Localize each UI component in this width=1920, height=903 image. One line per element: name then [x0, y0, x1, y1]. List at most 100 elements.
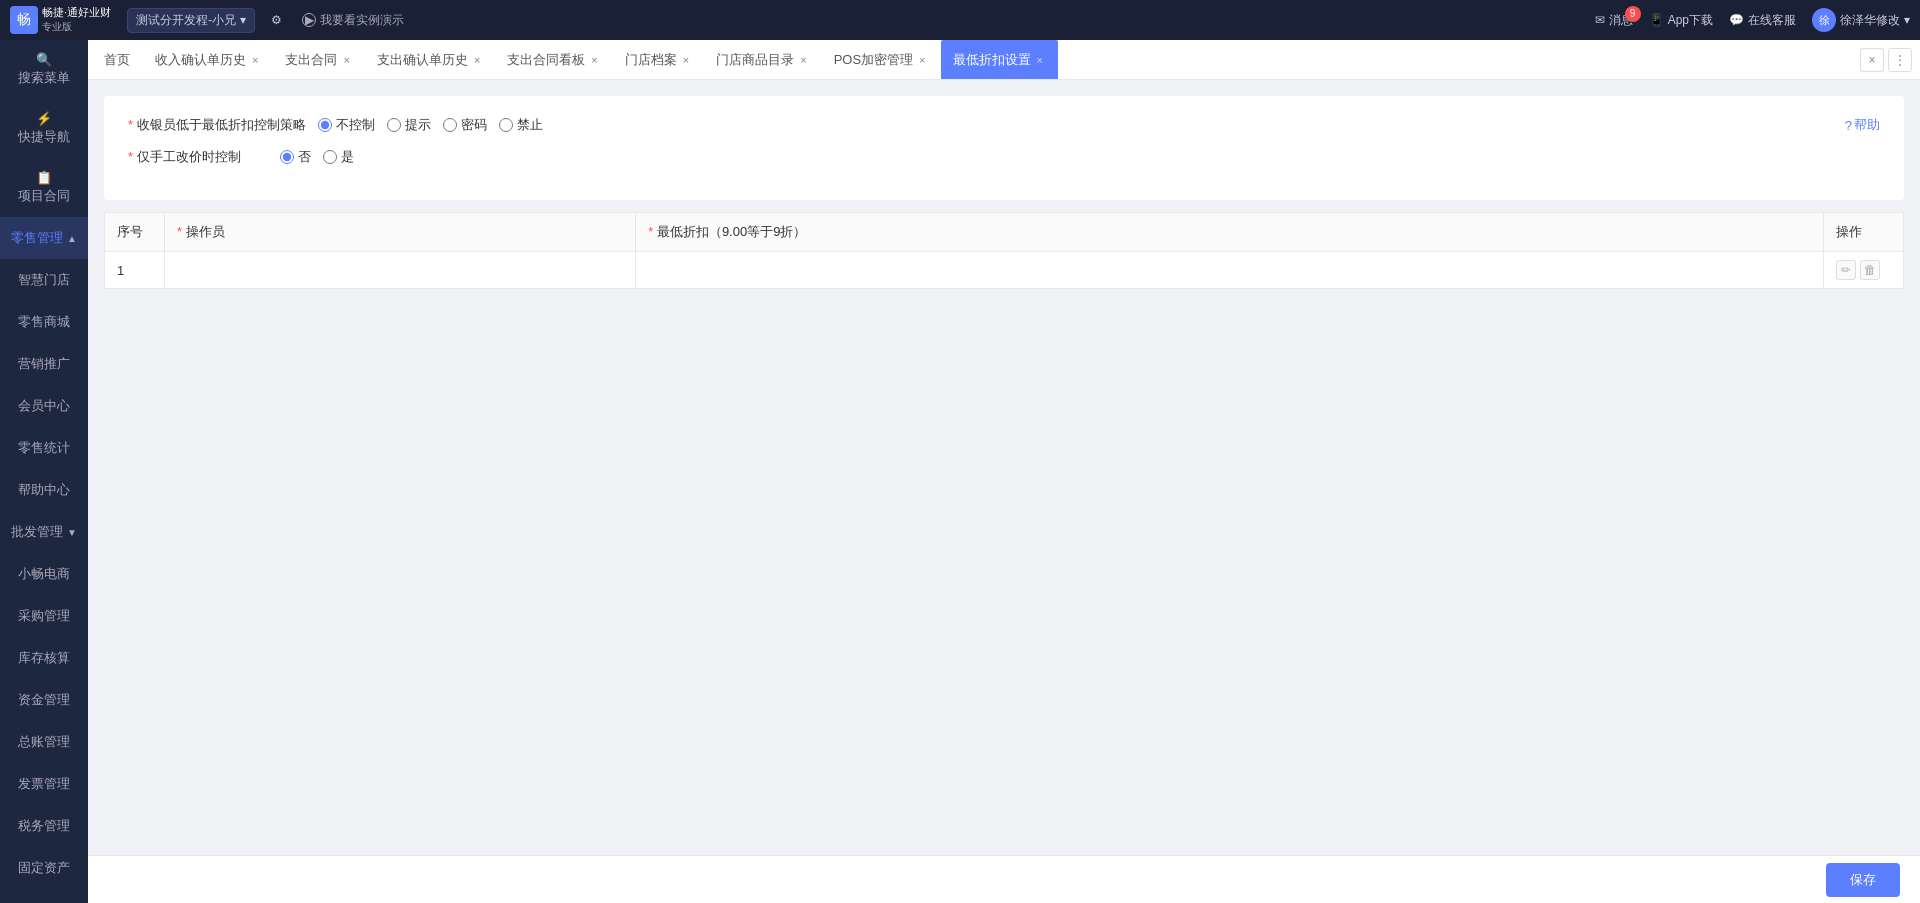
edit-icon[interactable]: ✏	[1836, 260, 1856, 280]
radio-manual-yes[interactable]: 是	[323, 148, 354, 166]
sidebar-item-retail[interactable]: 零售管理 ▲	[0, 217, 88, 259]
sidebar-item-ecommerce[interactable]: 小畅电商	[0, 553, 88, 595]
sidebar-item-smart-store[interactable]: 智慧门店	[0, 259, 88, 301]
tab-store-file[interactable]: 门店档案 ×	[613, 40, 704, 80]
tab-bar-actions: × ⋮	[1860, 48, 1916, 72]
tab-payment-contract[interactable]: 支出合同 ×	[273, 40, 364, 80]
online-service-button[interactable]: 💬 在线客服	[1729, 12, 1796, 29]
sidebar-label-mall: 零售商城	[18, 313, 70, 331]
tab-close-all-button[interactable]: ×	[1860, 48, 1884, 72]
radio-password[interactable]: 密码	[443, 116, 487, 134]
sidebar-label-wholesale: 批发管理	[11, 523, 63, 541]
messages-button[interactable]: ✉ 消息 9	[1595, 12, 1633, 29]
tab-payment-board-close[interactable]: ×	[589, 52, 599, 68]
demo-link[interactable]: ▶ 我要看实例演示	[302, 12, 404, 29]
tab-menu-button[interactable]: ⋮	[1888, 48, 1912, 72]
sidebar-item-assets[interactable]: 固定资产	[0, 847, 88, 889]
sidebar-item-marketing[interactable]: 营销推广	[0, 343, 88, 385]
radio-hint[interactable]: 提示	[387, 116, 431, 134]
tab-payment-history[interactable]: 支出确认单历史 ×	[365, 40, 495, 80]
tab-payment-board[interactable]: 支出合同看板 ×	[495, 40, 612, 80]
sidebar-item-project[interactable]: 📋 项目合同	[0, 158, 88, 217]
wholesale-arrow-icon: ▼	[67, 527, 77, 538]
radio-forbid-input[interactable]	[499, 118, 513, 132]
tab-min-discount[interactable]: 最低折扣设置 ×	[941, 40, 1058, 80]
sidebar-item-inventory[interactable]: 库存核算	[0, 637, 88, 679]
project-selector[interactable]: 测试分开发程-小兄 ▾	[127, 8, 255, 33]
operator-required-star: *	[177, 224, 182, 239]
sidebar-label-search: 搜索菜单	[18, 69, 70, 87]
sidebar-label-inventory: 库存核算	[18, 649, 70, 667]
sidebar-label-invoice: 发票管理	[18, 775, 70, 793]
sidebar-item-mall[interactable]: 零售商城	[0, 301, 88, 343]
sidebar-item-finance[interactable]: 资金管理	[0, 679, 88, 721]
sidebar-item-help[interactable]: 帮助中心	[0, 469, 88, 511]
radio-manual-no-input[interactable]	[280, 150, 294, 164]
table-panel: 序号 * 操作员 * 最低折扣（9.00等于9折） 操作	[104, 212, 1904, 289]
demo-label: 我要看实例演示	[320, 12, 404, 29]
sidebar-label-ecommerce: 小畅电商	[18, 565, 70, 583]
sidebar-item-shortcut[interactable]: ⚡ 快捷导航	[0, 99, 88, 158]
app-download-label: App下载	[1668, 12, 1713, 29]
user-name: 徐泽华修改	[1840, 12, 1900, 29]
form-panel: * 收银员低于最低折扣控制策略 不控制 提示	[104, 96, 1904, 200]
main-layout: 🔍 搜索菜单 ⚡ 快捷导航 📋 项目合同 零售管理 ▲ 智慧门店 零售商城 营销…	[0, 40, 1920, 903]
sidebar-item-search[interactable]: 🔍 搜索菜单	[0, 40, 88, 99]
radio-hint-input[interactable]	[387, 118, 401, 132]
tab-store-product-close[interactable]: ×	[798, 52, 808, 68]
tab-home[interactable]: 首页	[92, 40, 143, 80]
tab-payment-history-close[interactable]: ×	[472, 52, 482, 68]
sidebar-item-wholesale[interactable]: 批发管理 ▼	[0, 511, 88, 553]
help-button[interactable]: ? 帮助	[1845, 116, 1880, 134]
sidebar-item-retail-stats[interactable]: 零售统计	[0, 427, 88, 469]
sidebar-item-invoice[interactable]: 发票管理	[0, 763, 88, 805]
sidebar-item-salary[interactable]: 工资	[0, 889, 88, 903]
project-name: 测试分开发程-小兄	[136, 12, 236, 29]
radio-manual-no-label: 否	[298, 148, 311, 166]
radio-manual-no[interactable]: 否	[280, 148, 311, 166]
radio-no-control[interactable]: 不控制	[318, 116, 375, 134]
discount-control-radio-group: 不控制 提示 密码 禁止	[318, 116, 543, 134]
col-header-action: 操作	[1824, 213, 1904, 252]
sidebar-label-ledger: 总账管理	[18, 733, 70, 751]
discount-control-row: * 收银员低于最低折扣控制策略 不控制 提示	[128, 116, 1880, 134]
tab-min-discount-label: 最低折扣设置	[953, 51, 1031, 69]
sidebar-label-shortcut: 快捷导航	[18, 128, 70, 146]
col-header-operator: * 操作员	[165, 213, 636, 252]
table-row: 1 ✏ 🗑	[105, 252, 1904, 289]
sidebar-item-member[interactable]: 会员中心	[0, 385, 88, 427]
tab-income-history-close[interactable]: ×	[250, 52, 260, 68]
delete-icon[interactable]: 🗑	[1860, 260, 1880, 280]
sidebar-item-ledger[interactable]: 总账管理	[0, 721, 88, 763]
user-menu[interactable]: 徐 徐泽华修改 ▾	[1812, 8, 1910, 32]
logo-sub: 专业版	[42, 20, 111, 34]
sidebar-item-tax[interactable]: 税务管理	[0, 805, 88, 847]
radio-no-control-input[interactable]	[318, 118, 332, 132]
tab-store-product[interactable]: 门店商品目录 ×	[704, 40, 821, 80]
sidebar-label-purchase: 采购管理	[18, 607, 70, 625]
chevron-down-icon: ▾	[240, 13, 246, 27]
col-header-discount: * 最低折扣（9.00等于9折）	[636, 213, 1824, 252]
tab-bar: 首页 收入确认单历史 × 支出合同 × 支出确认单历史 × 支出合同看板 × 门…	[88, 40, 1920, 80]
app-logo: 畅 畅捷·通好业财 专业版	[10, 6, 111, 34]
tab-payment-contract-close[interactable]: ×	[341, 52, 351, 68]
radio-manual-yes-input[interactable]	[323, 150, 337, 164]
tab-payment-history-label: 支出确认单历史	[377, 51, 468, 69]
settings-icon[interactable]: ⚙	[263, 10, 290, 30]
radio-forbid[interactable]: 禁止	[499, 116, 543, 134]
tab-home-label: 首页	[104, 51, 130, 69]
tab-store-file-close[interactable]: ×	[681, 52, 691, 68]
tab-min-discount-close[interactable]: ×	[1035, 52, 1045, 68]
tab-pos-password-close[interactable]: ×	[917, 52, 927, 68]
app-download-button[interactable]: 📱 App下载	[1649, 12, 1713, 29]
tab-pos-password[interactable]: POS加密管理 ×	[822, 40, 941, 80]
tab-pos-password-label: POS加密管理	[834, 51, 913, 69]
sidebar-label-tax: 税务管理	[18, 817, 70, 835]
radio-password-input[interactable]	[443, 118, 457, 132]
sidebar-label-marketing: 营销推广	[18, 355, 70, 373]
manual-price-label: * 仅手工改价时控制	[128, 148, 268, 166]
sidebar-item-purchase[interactable]: 采购管理	[0, 595, 88, 637]
save-button[interactable]: 保存	[1826, 863, 1900, 897]
manual-price-radio-group: 否 是	[280, 148, 354, 166]
tab-income-history[interactable]: 收入确认单历史 ×	[143, 40, 273, 80]
